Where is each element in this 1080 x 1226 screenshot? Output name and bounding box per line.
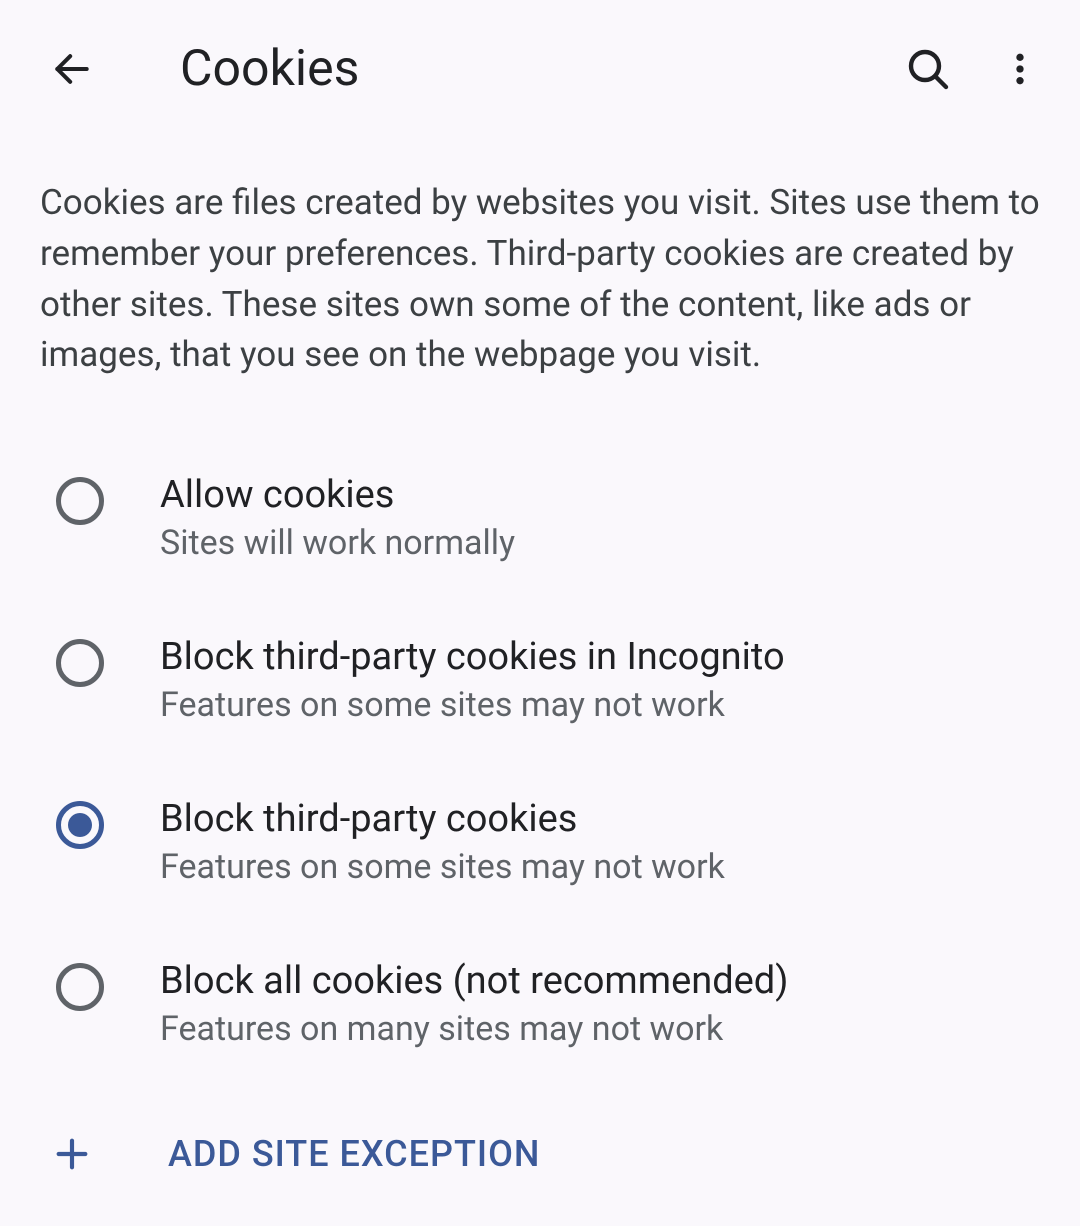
radio-icon [56,963,104,1011]
radio-icon [56,801,104,849]
header-actions [904,45,1040,93]
header: Cookies [0,0,1080,138]
more-vert-icon [1000,45,1040,93]
option-block-third-party-incognito[interactable]: Block third-party cookies in Incognito F… [0,599,1080,761]
option-block-third-party[interactable]: Block third-party cookies Features on so… [0,761,1080,923]
option-text: Block third-party cookies in Incognito F… [160,635,1040,725]
option-allow-cookies[interactable]: Allow cookies Sites will work normally [0,437,1080,599]
arrow-back-icon [50,47,94,91]
back-button[interactable] [48,45,96,93]
option-title: Block third-party cookies [160,797,1040,841]
option-text: Allow cookies Sites will work normally [160,473,1040,563]
option-subtitle: Features on many sites may not work [160,1009,1040,1049]
option-subtitle: Sites will work normally [160,523,1040,563]
option-title: Allow cookies [160,473,1040,517]
radio-icon [56,639,104,687]
cookies-description: Cookies are files created by websites yo… [0,138,1080,421]
plus-icon [52,1134,92,1174]
option-text: Block all cookies (not recommended) Feat… [160,959,1040,1049]
search-button[interactable] [904,45,952,93]
add-site-exception-button[interactable]: ADD SITE EXCEPTION [0,1085,1080,1223]
search-icon [904,45,952,93]
option-title: Block third-party cookies in Incognito [160,635,1040,679]
add-site-exception-label: ADD SITE EXCEPTION [168,1133,540,1175]
more-button[interactable] [1000,45,1040,93]
radio-icon [56,477,104,525]
option-text: Block third-party cookies Features on so… [160,797,1040,887]
cookies-options: Allow cookies Sites will work normally B… [0,421,1080,1085]
option-block-all-cookies[interactable]: Block all cookies (not recommended) Feat… [0,923,1080,1085]
option-subtitle: Features on some sites may not work [160,685,1040,725]
page-title: Cookies [180,40,868,98]
option-subtitle: Features on some sites may not work [160,847,1040,887]
option-title: Block all cookies (not recommended) [160,959,1040,1003]
